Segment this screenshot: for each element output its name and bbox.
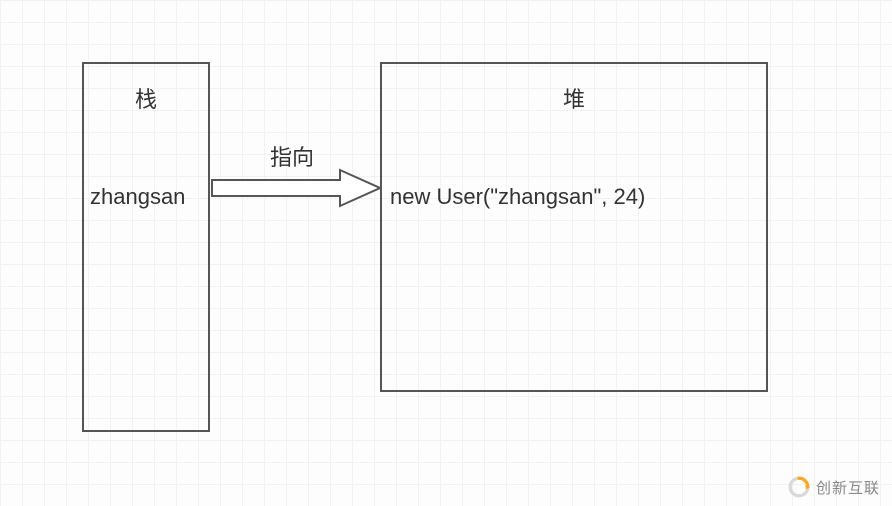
- stack-box: 栈 zhangsan: [82, 62, 210, 432]
- heap-box: 堆 new User("zhangsan", 24): [380, 62, 768, 392]
- stack-title: 栈: [84, 82, 208, 114]
- stack-content: zhangsan: [90, 184, 185, 210]
- arrow-icon: [210, 168, 382, 208]
- heap-title: 堆: [382, 82, 766, 114]
- heap-content: new User("zhangsan", 24): [390, 184, 645, 210]
- logo-icon: [788, 476, 810, 498]
- watermark-text: 创新互联: [816, 477, 880, 498]
- watermark: 创新互联: [788, 476, 880, 498]
